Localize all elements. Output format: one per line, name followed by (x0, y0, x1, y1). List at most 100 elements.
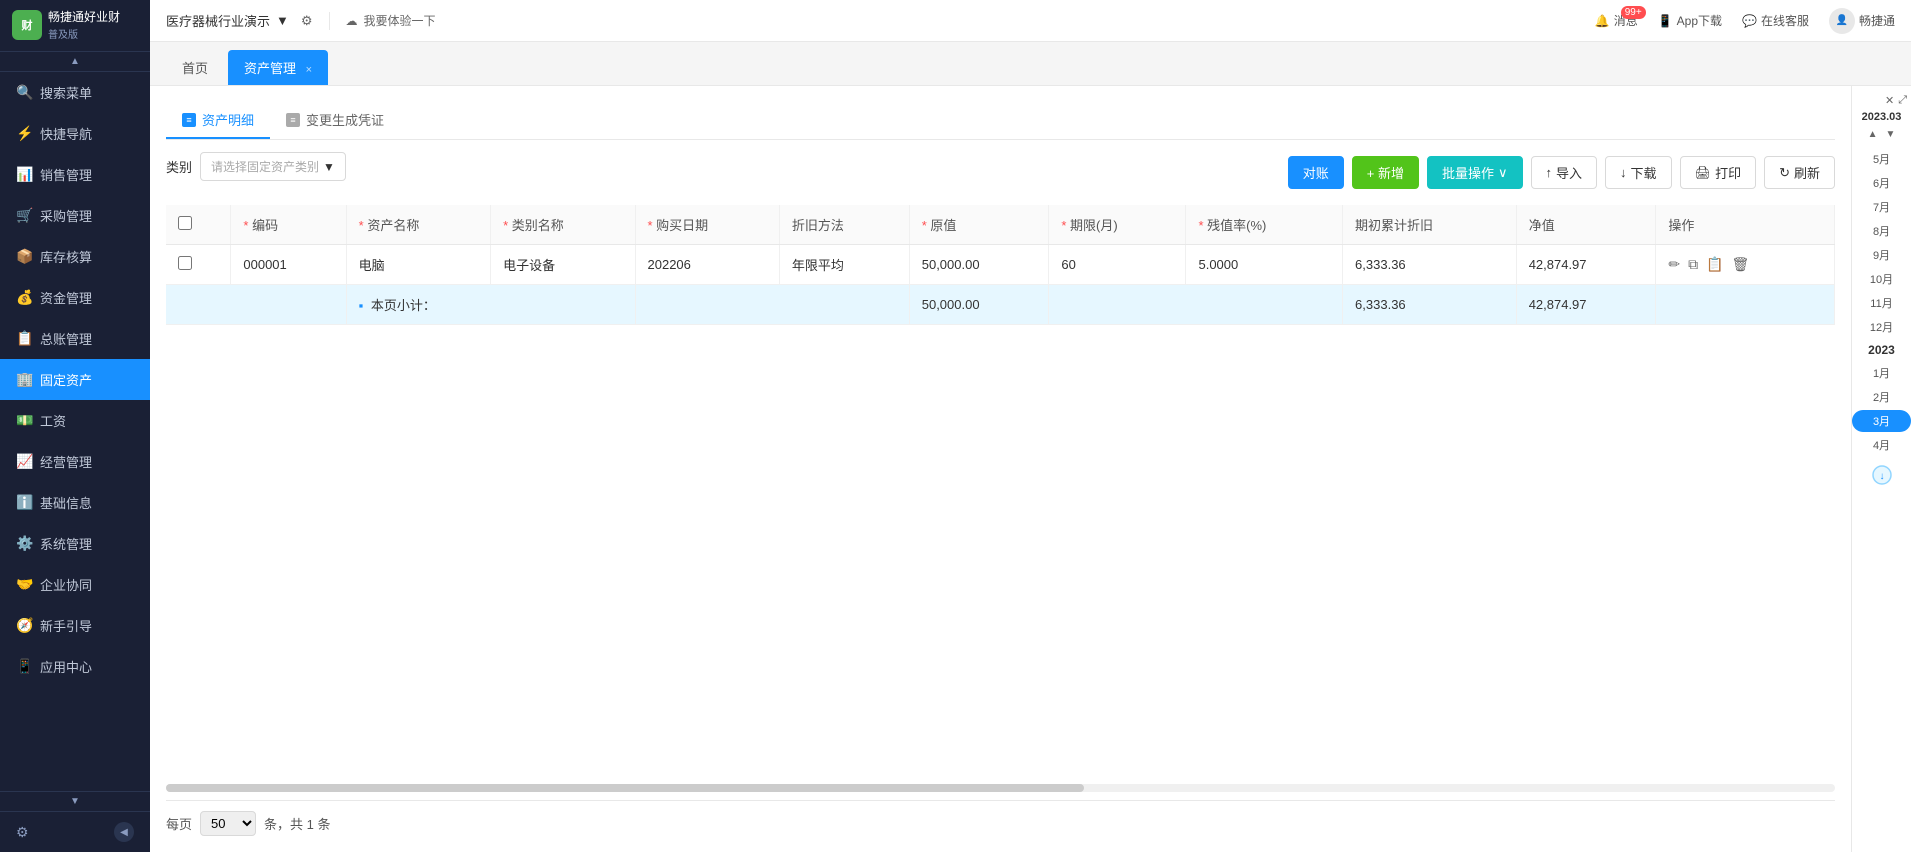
batch-chevron-icon: ∨ (1498, 165, 1508, 181)
th-checkbox (166, 205, 231, 245)
td-row-operations: ✏ ⧉ 📋 🗑 (1656, 245, 1835, 285)
select-all-checkbox[interactable] (178, 216, 192, 230)
sidebar-scroll-down[interactable]: ▼ (70, 796, 80, 807)
copy-icon[interactable]: ⧉ (1688, 256, 1698, 273)
month-item-12[interactable]: 12月 (1852, 316, 1911, 338)
table-header: 编码 资产名称 类别名称 购买日期 (166, 205, 1835, 245)
month-item-11[interactable]: 11月 (1852, 292, 1911, 314)
filter-category-label: 类别 (166, 157, 192, 176)
sidebar-item-app-center[interactable]: 📱 应用中心 (0, 646, 150, 687)
operations-icon: 📈 (16, 453, 32, 470)
row-checkbox[interactable] (178, 256, 192, 270)
service-icon: 💬 (1742, 14, 1757, 28)
month-item-6[interactable]: 6月 (1852, 172, 1911, 194)
month-item-4[interactable]: 4月 (1852, 434, 1911, 456)
year-separator-2023: 2023 (1852, 340, 1911, 360)
sidebar-item-search[interactable]: 🔍 搜索菜单 (0, 72, 150, 113)
scrollbar-thumb[interactable] (166, 784, 1084, 792)
sidebar-scroll-up[interactable]: ▲ (70, 56, 80, 67)
td-asset-name: 电脑 (346, 245, 490, 285)
sidebar-item-operations[interactable]: 📈 经营管理 (0, 441, 150, 482)
tab-asset-mgmt-label: 资产管理 (244, 61, 296, 76)
sidebar-toggle-button[interactable]: ◀ (114, 822, 134, 842)
sidebar-item-guide[interactable]: 🧭 新手引导 (0, 605, 150, 646)
month-item-2[interactable]: 2月 (1852, 386, 1911, 408)
sales-icon: 📊 (16, 166, 32, 183)
month-item-8[interactable]: 8月 (1852, 220, 1911, 242)
search-icon: 🔍 (16, 84, 32, 101)
topbar-divider (329, 12, 330, 30)
td-code: 000001 (231, 245, 346, 285)
sidebar-item-label: 应用中心 (40, 657, 92, 676)
sub-tab-change-voucher[interactable]: ≡ 变更生成凭证 (270, 102, 400, 139)
sidebar-item-fixed-assets[interactable]: 🏢 固定资产 (0, 359, 150, 400)
download-button[interactable]: ↓ 下载 (1605, 156, 1672, 189)
subtotal-label-cell: ▪ 本页小计： (346, 285, 635, 325)
month-item-3-active[interactable]: 3月 (1852, 410, 1911, 432)
print-button[interactable]: 🖨 打印 (1680, 156, 1757, 189)
panel-close-icon[interactable]: ✕ (1885, 94, 1894, 107)
messages-button[interactable]: 🔔 消息 99+ (1595, 12, 1638, 29)
sidebar-item-system[interactable]: ⚙️ 系统管理 (0, 523, 150, 564)
asset-table: 编码 资产名称 类别名称 购买日期 (166, 205, 1835, 325)
settings-icon[interactable]: ⚙ (16, 824, 29, 841)
sidebar-item-ledger[interactable]: 📋 总账管理 (0, 318, 150, 359)
sidebar-item-label: 快捷导航 (40, 124, 92, 143)
sidebar-item-purchase[interactable]: 🛒 采购管理 (0, 195, 150, 236)
subtotal-label: 本页小计： (371, 298, 436, 313)
cloud-icon: ☁ (346, 14, 358, 28)
sidebar-item-salary[interactable]: 💵 工资 (0, 400, 150, 441)
clone-icon[interactable]: 📋 (1706, 256, 1723, 273)
horizontal-scrollbar[interactable] (166, 784, 1835, 792)
toolbar: 类别 请选择固定资产类别 ▼ 对账 + 新增 批量操作 ∨ (166, 152, 1835, 193)
edit-icon[interactable]: ✏ (1668, 256, 1680, 273)
sidebar-item-sales[interactable]: 📊 销售管理 (0, 154, 150, 195)
month-item-5[interactable]: 5月 (1852, 148, 1911, 170)
tab-home[interactable]: 首页 (166, 50, 224, 85)
sidebar-item-label: 搜索菜单 (40, 83, 92, 102)
month-item-9[interactable]: 9月 (1852, 244, 1911, 266)
month-item-10[interactable]: 10月 (1852, 268, 1911, 290)
sidebar-item-quick-nav[interactable]: ⚡ 快捷导航 (0, 113, 150, 154)
down-arrow-icon[interactable]: ▼ (1884, 127, 1898, 142)
app-download-button[interactable]: 📱 App下载 (1658, 12, 1722, 29)
tab-close-icon[interactable]: × (306, 64, 312, 76)
category-filter[interactable]: 请选择固定资产类别 ▼ (200, 152, 346, 181)
company-selector[interactable]: 医疗器械行业演示 ▼ (166, 11, 289, 30)
import-button[interactable]: ↑ 导入 (1531, 156, 1598, 189)
filter-row: 类别 请选择固定资产类别 ▼ (166, 152, 346, 181)
month-item-1[interactable]: 1月 (1852, 362, 1911, 384)
sidebar-nav: 🔍 搜索菜单 ⚡ 快捷导航 📊 销售管理 🛒 采购管理 📦 库存核算 💰 资金管… (0, 72, 150, 791)
sidebar-item-inventory[interactable]: 📦 库存核算 (0, 236, 150, 277)
tab-asset-mgmt[interactable]: 资产管理 × (228, 50, 328, 85)
sub-tab-asset-detail[interactable]: ≡ 资产明细 (166, 102, 270, 139)
add-button[interactable]: + 新增 (1352, 156, 1419, 189)
company-chevron-icon: ▼ (276, 13, 289, 28)
user-menu[interactable]: 👤 畅捷通 (1829, 8, 1895, 34)
up-arrow-icon[interactable]: ▲ (1866, 127, 1880, 142)
subtotal-initial-accumulated-depreciation: 6,333.36 (1343, 285, 1517, 325)
panel-bottom-icon[interactable]: ↓ (1871, 464, 1893, 486)
basic-info-icon: ℹ️ (16, 494, 32, 511)
th-residual-rate: 残值率(%) (1186, 205, 1343, 245)
sidebar-item-enterprise[interactable]: 🤝 企业协同 (0, 564, 150, 605)
sidebar-item-basic-info[interactable]: ℹ️ 基础信息 (0, 482, 150, 523)
topbar-right: 🔔 消息 99+ 📱 App下载 💬 在线客服 👤 畅捷通 (1595, 8, 1895, 34)
avatar: 👤 (1829, 8, 1855, 34)
experience-button[interactable]: ☁ 我要体验一下 (346, 12, 436, 29)
tabbar: 首页 资产管理 × (150, 42, 1911, 86)
page-content: ≡ 资产明细 ≡ 变更生成凭证 类别 请选择固定资产类别 ▼ (150, 86, 1851, 852)
refresh-button[interactable]: ↻ 刷新 (1764, 156, 1835, 189)
print-icon: 🖨 (1695, 165, 1712, 181)
panel-expand-icon[interactable]: ⤢ (1898, 94, 1907, 107)
batch-button[interactable]: 批量操作 ∨ (1427, 156, 1523, 189)
delete-icon[interactable]: 🗑 (1732, 256, 1750, 273)
pagination: 每页 50 10 20 100 条，共 1 条 (166, 800, 1835, 836)
sidebar-item-label: 经营管理 (40, 452, 92, 471)
reconcile-button[interactable]: 对账 (1288, 156, 1344, 189)
month-item-7[interactable]: 7月 (1852, 196, 1911, 218)
per-page-select[interactable]: 50 10 20 100 (200, 811, 256, 836)
online-service-button[interactable]: 💬 在线客服 (1742, 12, 1809, 29)
topbar-gear-icon[interactable]: ⚙ (301, 13, 313, 29)
sidebar-item-funds[interactable]: 💰 资金管理 (0, 277, 150, 318)
